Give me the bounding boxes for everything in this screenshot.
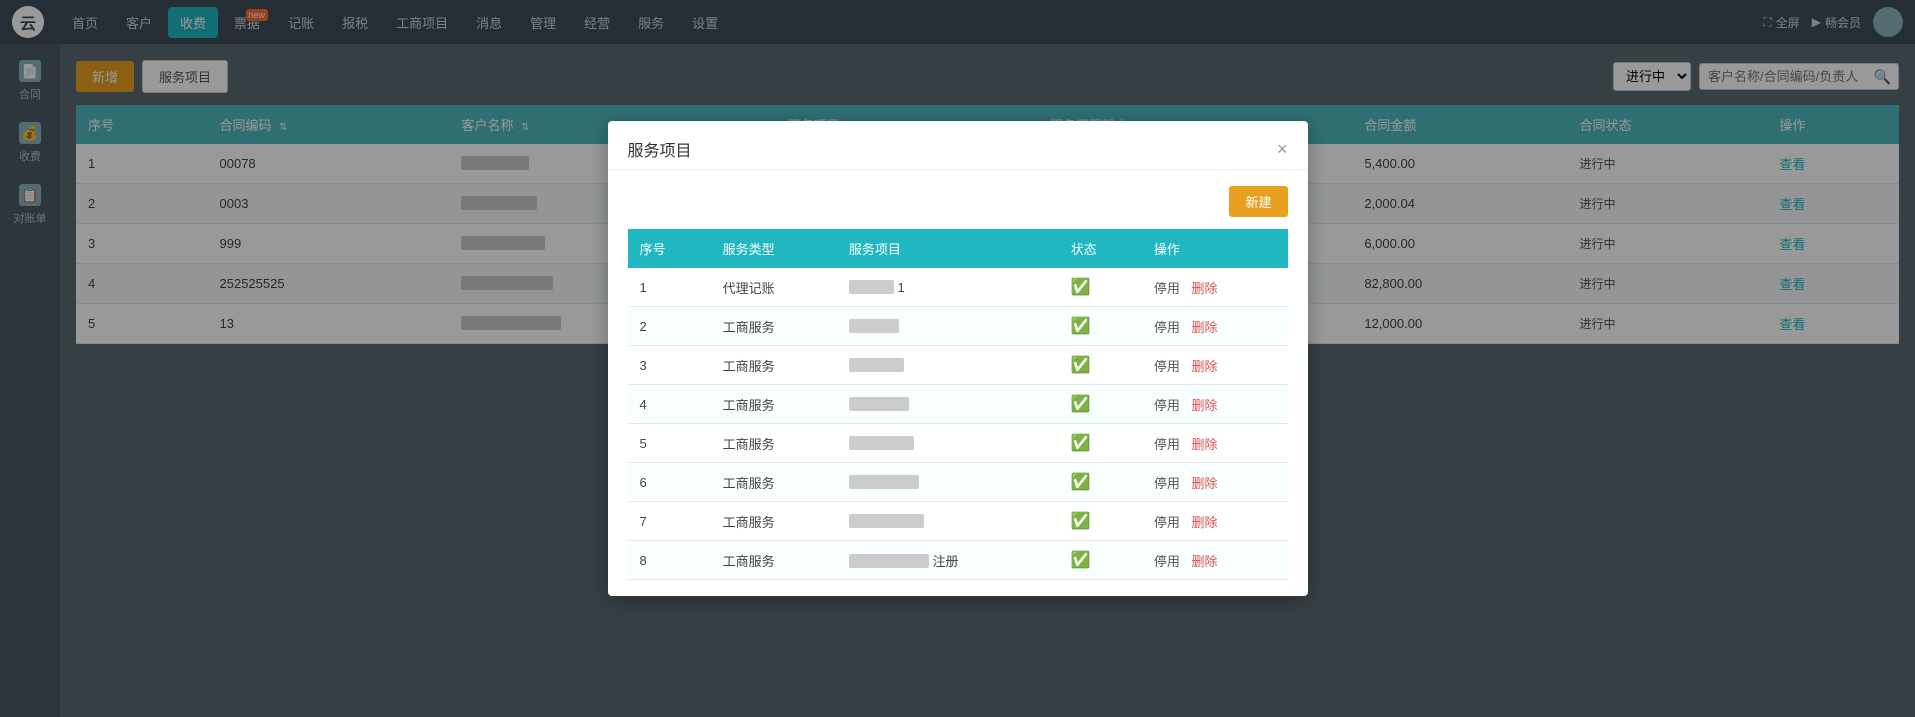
modal-cell-status: ✅ xyxy=(1059,502,1142,541)
modal-cell-item xyxy=(837,424,1059,463)
modal-cell-type: 工商服务 xyxy=(711,541,837,580)
modal-cell-no: 3 xyxy=(628,346,711,385)
delete-button[interactable]: 删除 xyxy=(1192,281,1218,296)
status-check-icon: ✅ xyxy=(1071,318,1091,335)
modal-body: 新建 序号 服务类型 服务项目 状态 操作 1 代理记账 1 ✅ 停用 xyxy=(608,170,1308,596)
modal-header-row: 序号 服务类型 服务项目 状态 操作 xyxy=(628,229,1288,268)
modal-table-row: 7 工商服务 ✅ 停用 删除 xyxy=(628,502,1288,541)
modal-table-row: 2 工商服务 ✅ 停用 删除 xyxy=(628,307,1288,346)
modal-cell-status: ✅ xyxy=(1059,385,1142,424)
modal-new-button[interactable]: 新建 xyxy=(1229,186,1287,217)
status-check-icon: ✅ xyxy=(1071,474,1091,491)
stop-button[interactable]: 停用 xyxy=(1154,398,1180,413)
modal-cell-action[interactable]: 停用 删除 xyxy=(1142,502,1288,541)
modal-cell-action[interactable]: 停用 删除 xyxy=(1142,463,1288,502)
modal-table-row: 3 工商服务 ✅ 停用 删除 xyxy=(628,346,1288,385)
modal-cell-item xyxy=(837,385,1059,424)
modal-cell-action[interactable]: 停用 删除 xyxy=(1142,346,1288,385)
modal-cell-type: 代理记账 xyxy=(711,268,837,307)
modal-cell-status: ✅ xyxy=(1059,424,1142,463)
status-check-icon: ✅ xyxy=(1071,513,1091,530)
modal-close-button[interactable]: × xyxy=(1277,140,1288,158)
stop-button[interactable]: 停用 xyxy=(1154,281,1180,296)
modal-table-row: 1 代理记账 1 ✅ 停用 删除 xyxy=(628,268,1288,307)
modal-cell-action[interactable]: 停用 删除 xyxy=(1142,385,1288,424)
modal-cell-no: 6 xyxy=(628,463,711,502)
modal-cell-no: 4 xyxy=(628,385,711,424)
stop-button[interactable]: 停用 xyxy=(1154,476,1180,491)
delete-button[interactable]: 删除 xyxy=(1192,515,1218,530)
delete-button[interactable]: 删除 xyxy=(1192,554,1218,569)
modal-cell-type: 工商服务 xyxy=(711,463,837,502)
modal-cell-status: ✅ xyxy=(1059,268,1142,307)
modal-cell-no: 7 xyxy=(628,502,711,541)
modal-cell-type: 工商服务 xyxy=(711,424,837,463)
status-check-icon: ✅ xyxy=(1071,357,1091,374)
modal-cell-type: 工商服务 xyxy=(711,502,837,541)
modal-overlay[interactable]: 服务项目 × 新建 序号 服务类型 服务项目 状态 操作 1 xyxy=(0,0,1915,717)
modal-cell-item: 注册 xyxy=(837,541,1059,580)
modal-cell-status: ✅ xyxy=(1059,346,1142,385)
modal-title: 服务项目 xyxy=(628,137,692,161)
delete-button[interactable]: 删除 xyxy=(1192,359,1218,374)
modal-table-row: 5 工商服务 ✅ 停用 删除 xyxy=(628,424,1288,463)
status-check-icon: ✅ xyxy=(1071,396,1091,413)
modal-cell-type: 工商服务 xyxy=(711,307,837,346)
modal-cell-status: ✅ xyxy=(1059,463,1142,502)
modal-col-action: 操作 xyxy=(1142,229,1288,268)
modal-table-row: 8 工商服务 注册 ✅ 停用 删除 xyxy=(628,541,1288,580)
stop-button[interactable]: 停用 xyxy=(1154,437,1180,452)
stop-button[interactable]: 停用 xyxy=(1154,554,1180,569)
modal-cell-type: 工商服务 xyxy=(711,346,837,385)
modal-cell-status: ✅ xyxy=(1059,541,1142,580)
modal-col-status: 状态 xyxy=(1059,229,1142,268)
service-items-table: 序号 服务类型 服务项目 状态 操作 1 代理记账 1 ✅ 停用 删除 2 工商… xyxy=(628,229,1288,580)
modal-col-no: 序号 xyxy=(628,229,711,268)
modal-cell-no: 1 xyxy=(628,268,711,307)
modal-cell-item xyxy=(837,307,1059,346)
stop-button[interactable]: 停用 xyxy=(1154,320,1180,335)
modal-cell-no: 2 xyxy=(628,307,711,346)
modal-cell-action[interactable]: 停用 删除 xyxy=(1142,268,1288,307)
stop-button[interactable]: 停用 xyxy=(1154,515,1180,530)
modal-col-type: 服务类型 xyxy=(711,229,837,268)
status-check-icon: ✅ xyxy=(1071,435,1091,452)
delete-button[interactable]: 删除 xyxy=(1192,398,1218,413)
delete-button[interactable]: 删除 xyxy=(1192,476,1218,491)
modal-cell-item xyxy=(837,502,1059,541)
modal-cell-item xyxy=(837,346,1059,385)
modal-cell-no: 8 xyxy=(628,541,711,580)
modal-cell-item xyxy=(837,463,1059,502)
modal-table-row: 4 工商服务 ✅ 停用 删除 xyxy=(628,385,1288,424)
modal-header: 服务项目 × xyxy=(608,121,1308,170)
delete-button[interactable]: 删除 xyxy=(1192,437,1218,452)
status-check-icon: ✅ xyxy=(1071,279,1091,296)
service-items-modal: 服务项目 × 新建 序号 服务类型 服务项目 状态 操作 1 xyxy=(608,121,1308,596)
modal-cell-action[interactable]: 停用 删除 xyxy=(1142,307,1288,346)
modal-cell-status: ✅ xyxy=(1059,307,1142,346)
modal-cell-type: 工商服务 xyxy=(711,385,837,424)
stop-button[interactable]: 停用 xyxy=(1154,359,1180,374)
delete-button[interactable]: 删除 xyxy=(1192,320,1218,335)
modal-cell-item: 1 xyxy=(837,268,1059,307)
modal-cell-action[interactable]: 停用 删除 xyxy=(1142,541,1288,580)
modal-cell-action[interactable]: 停用 删除 xyxy=(1142,424,1288,463)
modal-cell-no: 5 xyxy=(628,424,711,463)
modal-toolbar: 新建 xyxy=(628,186,1288,217)
modal-col-item: 服务项目 xyxy=(837,229,1059,268)
status-check-icon: ✅ xyxy=(1071,552,1091,569)
modal-table-row: 6 工商服务 ✅ 停用 删除 xyxy=(628,463,1288,502)
